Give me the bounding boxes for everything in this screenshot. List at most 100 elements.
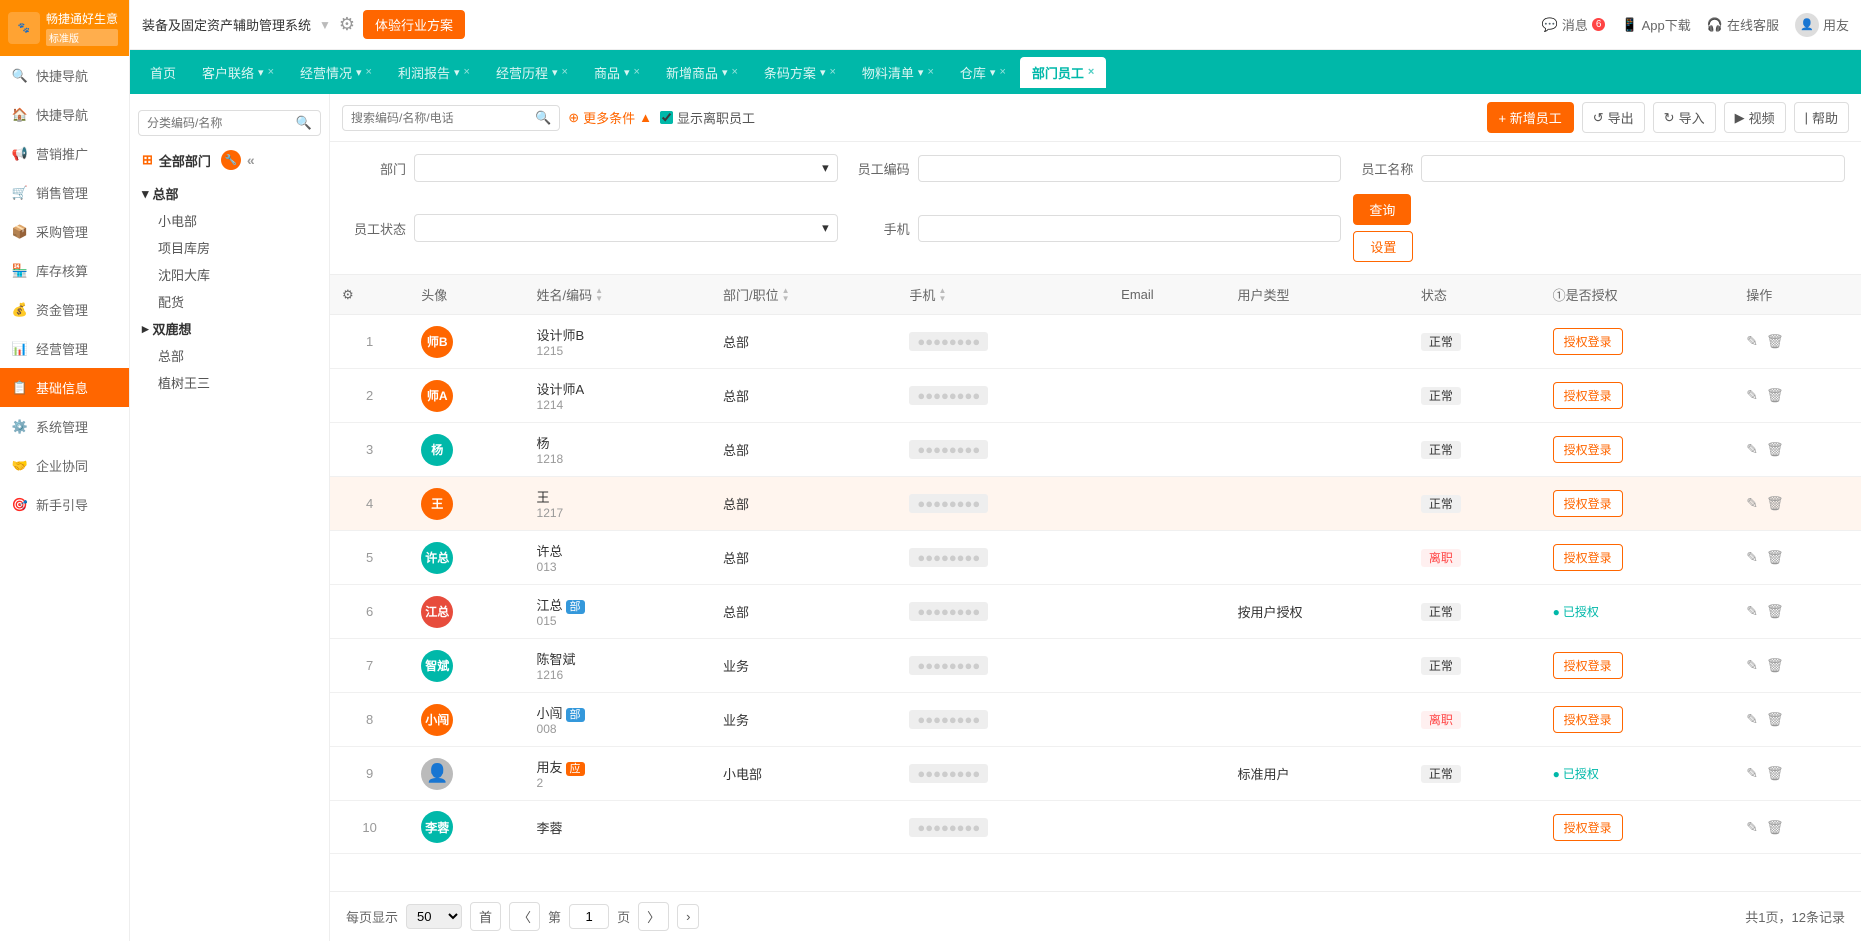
delete-button[interactable]: 🗑 [1766, 333, 1784, 350]
emp-code-field[interactable] [927, 161, 1333, 176]
delete-button[interactable]: 🗑 [1766, 441, 1784, 458]
sidebar-item-quick-nav[interactable]: 🏠 快捷导航 [0, 95, 129, 134]
add-employee-button[interactable]: + 新增员工 [1487, 102, 1574, 133]
sidebar-item-marketing[interactable]: 📢 营销推广 [0, 134, 129, 173]
tab-profit-close[interactable]: × [464, 66, 470, 78]
dept-search-box[interactable]: 🔍 [138, 110, 321, 136]
sidebar-item-search[interactable]: 🔍 快捷导航 [0, 56, 129, 95]
dropdown-arrow-icon[interactable]: ▼ [319, 18, 331, 32]
filter-status-select[interactable]: ▾ [414, 214, 838, 242]
tab-add-goods[interactable]: 新增商品 ▾ × [654, 57, 750, 88]
app-download-btn[interactable]: 📱 App下载 [1621, 15, 1690, 34]
tab-operation[interactable]: 经营情况 ▾ × [288, 57, 384, 88]
delete-button[interactable]: 🗑 [1766, 603, 1784, 620]
user-avatar-btn[interactable]: 👤 用友 [1795, 13, 1849, 37]
tab-home[interactable]: 首页 [138, 57, 188, 88]
tab-history-close[interactable]: × [562, 66, 568, 78]
sidebar-item-operations[interactable]: 📊 经营管理 [0, 329, 129, 368]
delete-button[interactable]: 🗑 [1766, 819, 1784, 836]
settings-icon[interactable]: ⚙ [339, 14, 355, 35]
tab-operation-close[interactable]: × [366, 66, 372, 78]
tree-item-zhishu[interactable]: 植树王三 [130, 369, 329, 396]
tree-item-peihuo[interactable]: 配货 [130, 288, 329, 315]
col-name-code[interactable]: 姓名/编码 ▲▼ [525, 275, 711, 315]
delete-button[interactable]: 🗑 [1766, 711, 1784, 728]
auth-login-button[interactable]: 授权登录 [1553, 436, 1623, 463]
phone-field[interactable] [927, 221, 1333, 236]
tab-warehouse-close[interactable]: × [999, 66, 1005, 78]
dept-add-icon-btn[interactable]: 🔧 [221, 150, 241, 170]
edit-button[interactable]: ✎ [1746, 549, 1758, 566]
tree-item-shuang[interactable]: ▸ 双鹿想 [130, 315, 329, 342]
tree-item-zongbu[interactable]: 总部 [130, 342, 329, 369]
delete-button[interactable]: 🗑 [1766, 549, 1784, 566]
sidebar-item-enterprise[interactable]: 🤝 企业协同 [0, 446, 129, 485]
tab-profit[interactable]: 利润报告 ▾ × [386, 57, 482, 88]
tab-barcode-close[interactable]: × [829, 66, 835, 78]
sidebar-item-sales[interactable]: 🛒 销售管理 [0, 173, 129, 212]
employee-search-box[interactable]: 🔍 [342, 105, 560, 131]
edit-button[interactable]: ✎ [1746, 387, 1758, 404]
edit-button[interactable]: ✎ [1746, 333, 1758, 350]
tab-barcode[interactable]: 条码方案 ▾ × [752, 57, 848, 88]
query-button[interactable]: 查询 [1353, 194, 1411, 225]
tab-history[interactable]: 经营历程 ▾ × [484, 57, 580, 88]
edit-button[interactable]: ✎ [1746, 711, 1758, 728]
tab-customer[interactable]: 客户联络 ▾ × [190, 57, 286, 88]
delete-button[interactable]: 🗑 [1766, 495, 1784, 512]
prev-page-button[interactable]: 〈 [509, 902, 540, 931]
import-button[interactable]: ↻ 导入 [1653, 102, 1716, 133]
auth-login-button[interactable]: 授权登录 [1553, 814, 1623, 841]
tree-item-shenyang[interactable]: 沈阳大库 [130, 261, 329, 288]
auth-login-button[interactable]: 授权登录 [1553, 652, 1623, 679]
filter-dept-select[interactable]: ▾ [414, 154, 838, 182]
sidebar-item-inventory[interactable]: 🏪 库存核算 [0, 251, 129, 290]
last-page-button[interactable]: › [677, 904, 699, 929]
auth-login-button[interactable]: 授权登录 [1553, 544, 1623, 571]
filter-emp-code-input[interactable] [918, 155, 1342, 182]
auth-login-button[interactable]: 授权登录 [1553, 382, 1623, 409]
col-settings[interactable]: ⚙ [330, 275, 409, 315]
tab-dept-staff-close[interactable]: × [1088, 66, 1094, 78]
tab-goods[interactable]: 商品 ▾ × [582, 57, 652, 88]
auth-login-button[interactable]: 授权登录 [1553, 706, 1623, 733]
edit-button[interactable]: ✎ [1746, 495, 1758, 512]
sidebar-item-purchase[interactable]: 📦 采购管理 [0, 212, 129, 251]
edit-button[interactable]: ✎ [1746, 603, 1758, 620]
export-button[interactable]: ↺ 导出 [1582, 102, 1645, 133]
edit-button[interactable]: ✎ [1746, 441, 1758, 458]
employee-search-input[interactable] [351, 111, 531, 125]
emp-name-field[interactable] [1430, 161, 1836, 176]
tab-customer-close[interactable]: × [268, 66, 274, 78]
dept-all-row[interactable]: ⊞ 全部部门 🔧 « [130, 144, 329, 176]
auth-login-button[interactable]: 授权登录 [1553, 490, 1623, 517]
sidebar-item-finance[interactable]: 💰 资金管理 [0, 290, 129, 329]
first-page-button[interactable]: 首 [470, 902, 501, 931]
tree-item-project[interactable]: 项目库房 [130, 234, 329, 261]
page-number-input[interactable] [569, 904, 609, 929]
online-service-btn[interactable]: 🎧 在线客服 [1707, 15, 1779, 34]
edit-button[interactable]: ✎ [1746, 819, 1758, 836]
auth-login-button[interactable]: 授权登录 [1553, 328, 1623, 355]
delete-button[interactable]: 🗑 [1766, 657, 1784, 674]
dept-search-input[interactable] [147, 116, 292, 130]
filter-phone-input[interactable] [918, 215, 1342, 242]
edit-button[interactable]: ✎ [1746, 765, 1758, 782]
delete-button[interactable]: 🗑 [1766, 765, 1784, 782]
sidebar-item-basic-info[interactable]: 📋 基础信息 [0, 368, 129, 407]
filter-emp-name-input[interactable] [1421, 155, 1845, 182]
tab-add-goods-close[interactable]: × [731, 66, 737, 78]
collapse-icon[interactable]: « [247, 152, 255, 168]
show-resigned-checkbox[interactable] [660, 111, 673, 124]
tab-bom[interactable]: 物料清单 ▾ × [850, 57, 946, 88]
tab-bom-close[interactable]: × [927, 66, 933, 78]
sidebar-item-guide[interactable]: 🎯 新手引导 [0, 485, 129, 524]
help-button[interactable]: | 帮助 [1794, 102, 1849, 133]
next-page-button[interactable]: 〉 [638, 902, 669, 931]
col-phone[interactable]: 手机 ▲▼ [897, 275, 1109, 315]
delete-button[interactable]: 🗑 [1766, 387, 1784, 404]
tab-warehouse[interactable]: 仓库 ▾ × [948, 57, 1018, 88]
tab-goods-close[interactable]: × [634, 66, 640, 78]
tab-dept-staff[interactable]: 部门员工 × [1020, 57, 1106, 88]
col-dept-pos[interactable]: 部门/职位 ▲▼ [711, 275, 897, 315]
